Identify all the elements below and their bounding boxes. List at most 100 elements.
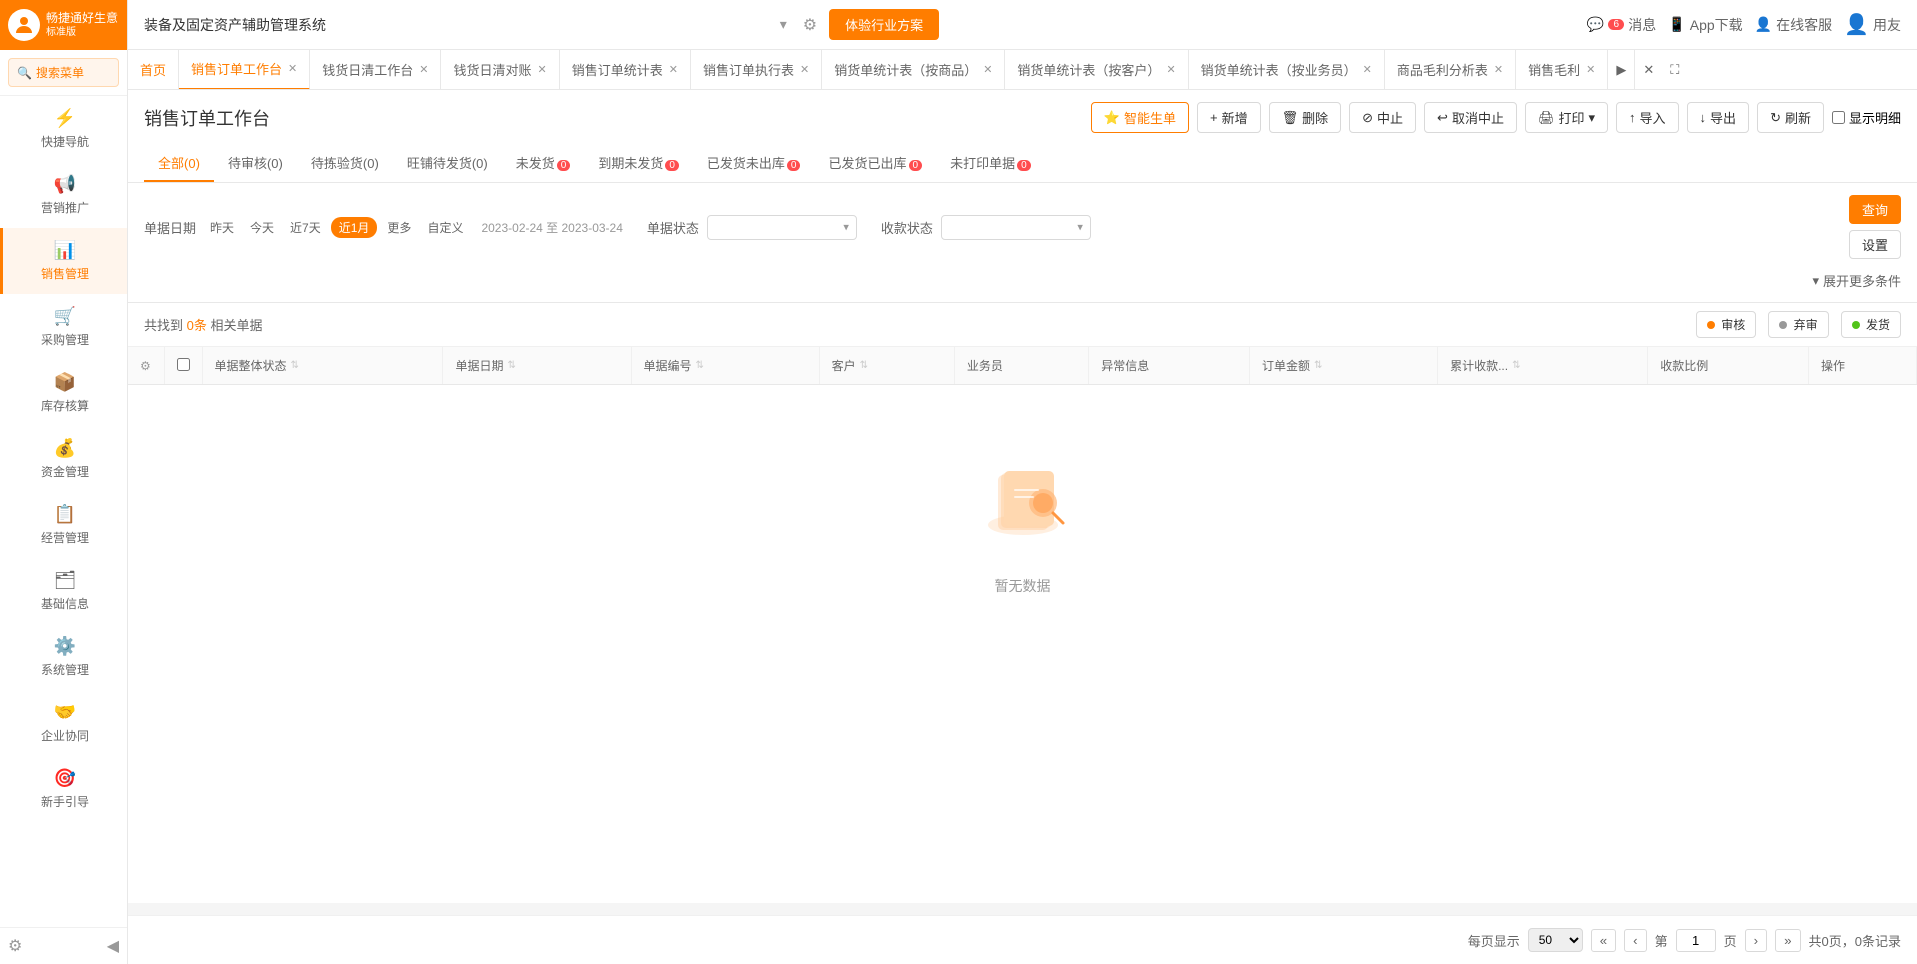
query-button[interactable]: 查询: [1849, 195, 1901, 224]
sort-date[interactable]: 单据日期 ⇅: [455, 357, 618, 374]
tab-close-sales-stats[interactable]: ✕: [669, 63, 678, 76]
sort-overall-status[interactable]: 单据整体状态 ⇅: [215, 357, 431, 374]
select-all-checkbox[interactable]: [177, 358, 190, 371]
subtab-not-shipped[interactable]: 未发货0: [502, 145, 585, 182]
date-btn-custom[interactable]: 自定义: [421, 217, 469, 238]
first-page-button[interactable]: «: [1591, 929, 1616, 952]
prev-page-button[interactable]: ‹: [1624, 929, 1646, 952]
collapse-sidebar-icon[interactable]: ◀: [107, 936, 119, 956]
date-btn-yesterday[interactable]: 昨天: [204, 217, 240, 238]
print-button[interactable]: 🖨 打印 ▾: [1525, 102, 1608, 133]
sidebar-item-quick-nav[interactable]: ⚡ 快捷导航: [0, 96, 127, 162]
tab-home[interactable]: 首页: [128, 50, 179, 90]
tab-close-sales-stat-customer[interactable]: ✕: [1166, 63, 1175, 76]
tab-sales-stats[interactable]: 销售订单统计表 ✕: [560, 50, 691, 90]
horizontal-scrollbar[interactable]: [128, 903, 1917, 915]
audit-button[interactable]: 审核: [1696, 311, 1756, 338]
tab-close-cash-goods[interactable]: ✕: [538, 63, 547, 76]
subtab-pending-check[interactable]: 待拣验货(0): [297, 145, 393, 182]
date-btn-1month[interactable]: 近1月: [331, 217, 378, 238]
sidebar-item-basic-info[interactable]: 🗂 基础信息: [0, 558, 127, 624]
settings-footer-icon[interactable]: ⚙: [8, 936, 22, 956]
sidebar-item-system[interactable]: ⚙️ 系统管理: [0, 624, 127, 690]
column-settings-icon[interactable]: ⚙: [140, 359, 151, 373]
sidebar-item-sales[interactable]: 📊 销售管理: [0, 228, 127, 294]
date-btn-more[interactable]: 更多: [381, 217, 417, 238]
sidebar-item-purchase[interactable]: 🛒 采购管理: [0, 294, 127, 360]
sidebar-item-operations[interactable]: 📋 经营管理: [0, 492, 127, 558]
tab-sales-exec[interactable]: 销售订单执行表 ✕: [691, 50, 822, 90]
subtab-all[interactable]: 全部(0): [144, 145, 214, 182]
tab-cash-goods[interactable]: 钱货日清对账 ✕: [441, 50, 559, 90]
table-scroll-area[interactable]: ⚙ 单据整体状态 ⇅ 单据日: [128, 347, 1917, 903]
tab-sales-stat-customer[interactable]: 销货单统计表（按客户） ✕: [1005, 50, 1188, 90]
tab-sales-workbench[interactable]: 销售订单工作台 ✕: [179, 50, 310, 90]
tab-close-profit-analysis[interactable]: ✕: [1494, 63, 1503, 76]
tab-sales-stat-staff[interactable]: 销货单统计表（按业务员） ✕: [1189, 50, 1385, 90]
sidebar-item-marketing[interactable]: 📢 营销推广: [0, 162, 127, 228]
cancel-audit-button[interactable]: 弃审: [1768, 311, 1828, 338]
status-filter-label: 单据状态: [647, 218, 699, 237]
ship-button[interactable]: 发货: [1841, 311, 1901, 338]
subtab-shipped-out[interactable]: 已发货已出库0: [814, 145, 936, 182]
sort-number[interactable]: 单据编号 ⇅: [644, 357, 807, 374]
subtab-overdue-not-shipped[interactable]: 到期未发货0: [584, 145, 693, 182]
tab-maximize[interactable]: ⛶: [1662, 50, 1687, 90]
tab-sales-more[interactable]: 销售毛利 ✕: [1516, 50, 1608, 90]
status-select[interactable]: [707, 215, 857, 240]
app-download-button[interactable]: 📱 App下载: [1668, 15, 1742, 35]
expand-filter-button[interactable]: ▾ 展开更多条件: [1812, 271, 1901, 290]
smart-order-button[interactable]: ⭐ 智能生单: [1091, 102, 1189, 133]
tab-sales-stat-product[interactable]: 销货单统计表（按商品） ✕: [822, 50, 1005, 90]
show-detail-checkbox-label[interactable]: 显示明细: [1832, 108, 1901, 127]
tab-close-sales-more[interactable]: ✕: [1586, 63, 1595, 76]
tab-scroll-right[interactable]: ▶: [1608, 50, 1635, 90]
delete-button[interactable]: 🗑 删除: [1269, 102, 1342, 133]
subtab-pending-review[interactable]: 待审核(0): [214, 145, 297, 182]
import-button[interactable]: ↑ 导入: [1616, 102, 1679, 133]
sidebar-item-finance[interactable]: 💰 资金管理: [0, 426, 127, 492]
user-avatar-button[interactable]: 👤 用友: [1844, 12, 1901, 37]
payment-select[interactable]: [941, 215, 1091, 240]
search-menu-button[interactable]: 🔍 搜索菜单: [8, 58, 119, 87]
tab-close-sales-workbench[interactable]: ✕: [288, 62, 297, 75]
show-detail-checkbox[interactable]: [1832, 111, 1845, 124]
page-size-select[interactable]: 50 10 20 100: [1528, 928, 1583, 952]
marketing-icon: 📢: [54, 174, 76, 195]
sidebar-item-new-user[interactable]: 🎯 新手引导: [0, 756, 127, 822]
add-button[interactable]: + 新增: [1197, 102, 1261, 133]
date-filter-label: 单据日期: [144, 218, 196, 237]
sort-received[interactable]: 累计收款... ⇅: [1450, 357, 1635, 374]
tab-close-sales-exec[interactable]: ✕: [800, 63, 809, 76]
date-btn-today[interactable]: 今天: [244, 217, 280, 238]
cancel-stop-button[interactable]: ↩ 取消中止: [1424, 102, 1517, 133]
tab-close-sales-stat-product[interactable]: ✕: [983, 63, 992, 76]
last-page-button[interactable]: »: [1775, 929, 1800, 952]
finance-icon: 💰: [54, 438, 76, 459]
topbar-settings-icon[interactable]: ⚙: [803, 15, 817, 35]
stop-button[interactable]: ⊘ 中止: [1349, 102, 1416, 133]
subtab-shipped-not-out[interactable]: 已发货未出库0: [693, 145, 815, 182]
sort-amount[interactable]: 订单金额 ⇅: [1262, 357, 1425, 374]
subtab-wangpu[interactable]: 旺铺待发货(0): [393, 145, 502, 182]
sidebar-item-enterprise[interactable]: 🤝 企业协同: [0, 690, 127, 756]
industry-solution-button[interactable]: 体验行业方案: [829, 9, 939, 40]
export-button[interactable]: ↓ 导出: [1687, 102, 1750, 133]
sidebar-item-inventory[interactable]: 📦 库存核算: [0, 360, 127, 426]
tab-profit-analysis[interactable]: 商品毛利分析表 ✕: [1385, 50, 1516, 90]
tab-close-cash-daily[interactable]: ✕: [419, 63, 428, 76]
refresh-button[interactable]: ↻ 刷新: [1757, 102, 1824, 133]
next-page-button[interactable]: ›: [1745, 929, 1767, 952]
tab-cash-daily[interactable]: 钱货日清工作台 ✕: [310, 50, 441, 90]
date-btn-7days[interactable]: 近7天: [284, 217, 327, 238]
filter-area: 单据日期 昨天 今天 近7天 近1月 更多 自定义 2023-02-24 至 2…: [128, 183, 1917, 303]
message-button[interactable]: 💬 6 消息: [1587, 15, 1656, 35]
sort-customer[interactable]: 客户 ⇅: [832, 357, 942, 374]
tab-close-all[interactable]: ✕: [1635, 50, 1662, 90]
page-number-input[interactable]: [1676, 929, 1716, 952]
subtab-not-printed[interactable]: 未打印单据0: [936, 145, 1045, 182]
settings-button[interactable]: 设置: [1849, 230, 1901, 259]
tab-close-sales-stat-staff[interactable]: ✕: [1363, 63, 1372, 76]
online-service-button[interactable]: 👤 在线客服: [1755, 15, 1832, 35]
topbar-dropdown-icon[interactable]: ▾: [780, 16, 787, 33]
